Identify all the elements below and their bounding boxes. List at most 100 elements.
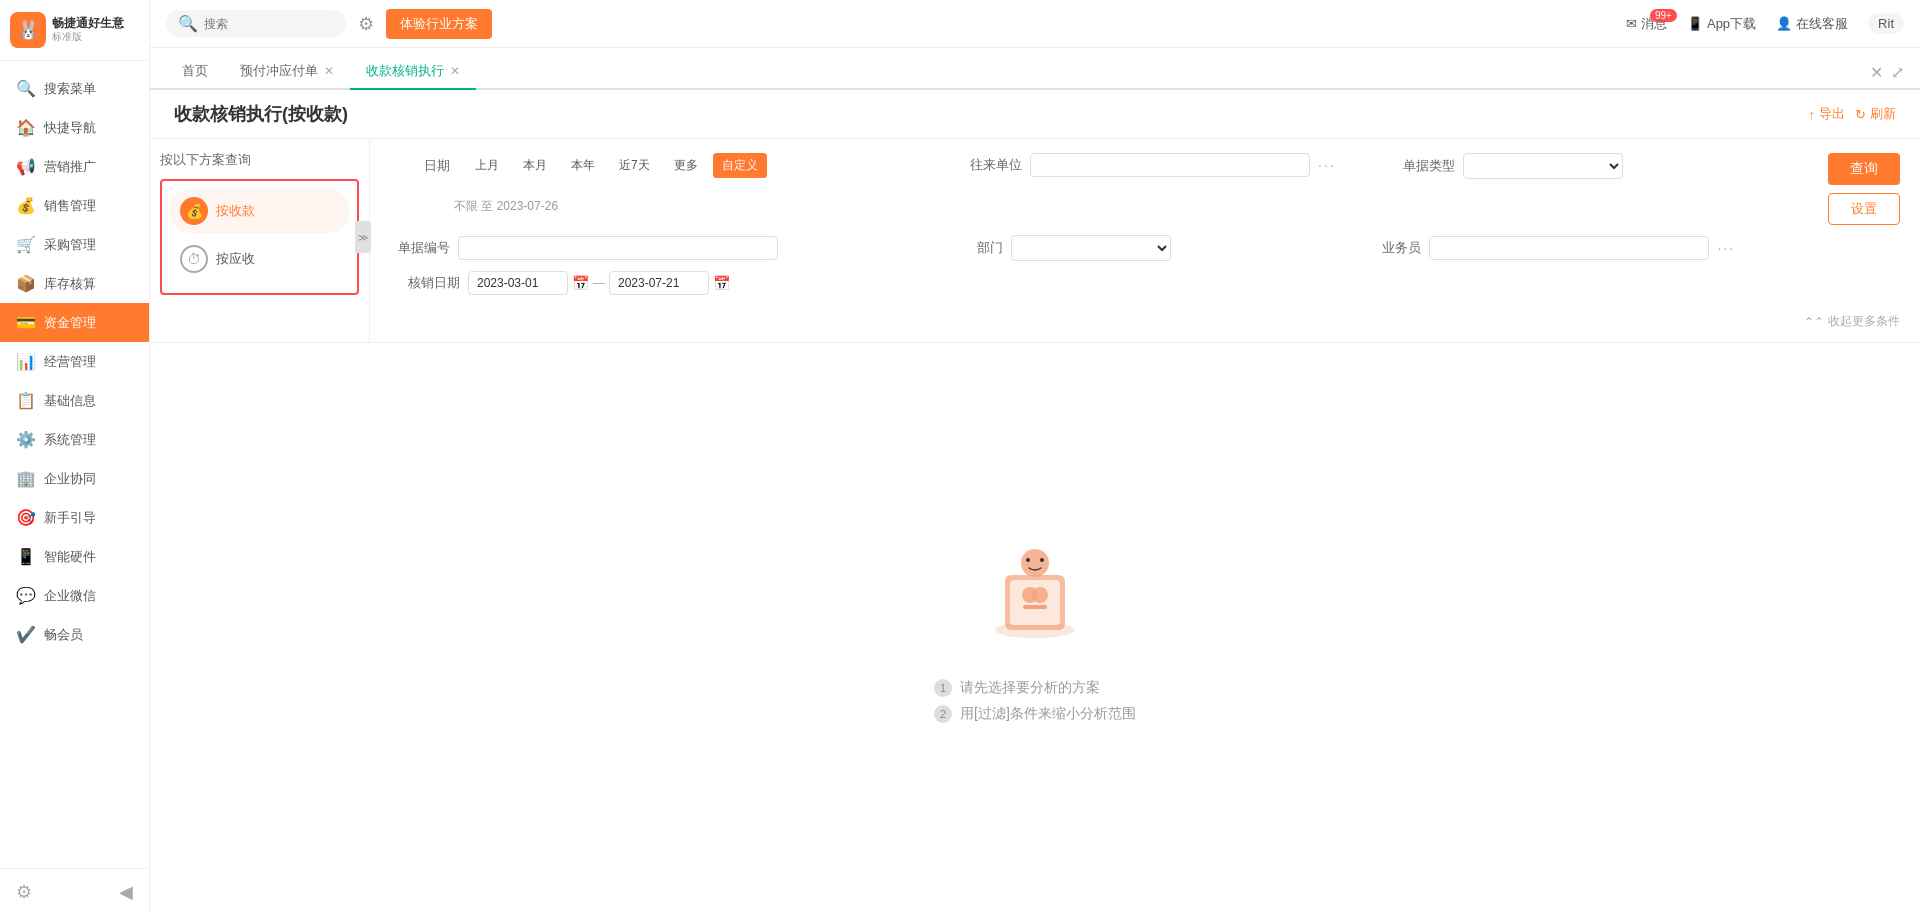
inventory-icon: 📦 (16, 274, 36, 293)
collapse-more-btn[interactable]: ⌃⌃ 收起更多条件 (370, 309, 1920, 342)
sidebar-item-hardware[interactable]: 📱 智能硬件 (0, 537, 149, 576)
filter-form-area: 日期 上月 本月 本年 近7天 更多 自定义 (370, 139, 1920, 342)
logo-area: 🐰 畅捷通好生意 标准版 (0, 0, 149, 61)
settings-gear-icon[interactable]: ⚙ (358, 13, 374, 35)
search-input[interactable] (204, 17, 324, 31)
message-icon: ✉ (1626, 16, 1637, 31)
tab-prepay-conflict-close[interactable]: ✕ (324, 64, 334, 78)
date-last-month-btn[interactable]: 上月 (466, 153, 508, 178)
hardware-icon: 📱 (16, 547, 36, 566)
by-receivable-icon: ⏱ (180, 245, 208, 273)
sidebar-item-funds[interactable]: 💳 资金管理 (0, 303, 149, 342)
sidebar-item-purchase[interactable]: 🛒 采购管理 (0, 225, 149, 264)
export-button[interactable]: ↑ 导出 (1809, 105, 1846, 123)
date-btn-group: 上月 本月 本年 近7天 更多 自定义 (466, 153, 946, 178)
collapse-sidebar-icon[interactable]: ◀ (119, 881, 133, 903)
tab-close-all-icon[interactable]: ✕ (1870, 63, 1883, 82)
sidebar: 🐰 畅捷通好生意 标准版 🔍 搜索菜单 🏠 快捷导航 📢 营销推广 💰 销售管理… (0, 0, 150, 915)
sidebar-item-system[interactable]: ⚙️ 系统管理 (0, 420, 149, 459)
page-header: 收款核销执行(按收款) ↑ 导出 ↻ 刷新 (150, 90, 1920, 139)
dept-field: 部门 (943, 235, 1346, 261)
online-service-button[interactable]: 👤 在线客服 (1776, 15, 1848, 33)
sidebar-item-quick-nav[interactable]: 🏠 快捷导航 (0, 108, 149, 147)
sidebar-item-label: 系统管理 (44, 431, 96, 449)
tab-expand-icon[interactable]: ⤢ (1891, 63, 1904, 82)
message-badge: 99+ (1650, 9, 1677, 22)
search-menu-icon: 🔍 (16, 79, 36, 98)
tab-prepay-conflict-label: 预付冲应付单 (240, 62, 318, 80)
calendar-end-icon[interactable]: 📅 (713, 275, 730, 291)
sidebar-item-inventory[interactable]: 📦 库存核算 (0, 264, 149, 303)
filter-sidebar: 按以下方案查询 💰 按收款 ⏱ 按应收 ≫ (150, 139, 370, 342)
filter-panel: 按以下方案查询 💰 按收款 ⏱ 按应收 ≫ (150, 139, 1920, 343)
filter-option-by-collection[interactable]: 💰 按收款 (170, 189, 349, 233)
sidebar-item-label: 经营管理 (44, 353, 96, 371)
empty-illustration (975, 535, 1095, 655)
writeoff-date-start-input[interactable] (468, 271, 568, 295)
date-this-month-btn[interactable]: 本月 (514, 153, 556, 178)
empty-tip-1-text: 请先选择要分析的方案 (960, 679, 1100, 697)
date-range-display: 不限 至 2023-07-26 (390, 198, 946, 215)
doc-no-label: 单据编号 (390, 239, 450, 257)
marketing-icon: 📢 (16, 157, 36, 176)
date-more-btn[interactable]: 更多 (665, 153, 707, 178)
topbar-search-box[interactable]: 🔍 (166, 10, 346, 37)
filter-sidebar-collapse-btn[interactable]: ≫ (355, 221, 371, 253)
writeoff-date-label: 核销日期 (390, 274, 460, 292)
industry-solution-button[interactable]: 体验行业方案 (386, 9, 492, 39)
filter-option-by-receivable[interactable]: ⏱ 按应收 (170, 237, 349, 281)
sidebar-item-guide[interactable]: 🎯 新手引导 (0, 498, 149, 537)
app-download-button[interactable]: 📱 App下载 (1687, 15, 1756, 33)
date-custom-btn[interactable]: 自定义 (713, 153, 767, 178)
calendar-start-icon[interactable]: 📅 (572, 275, 589, 291)
sidebar-item-label: 采购管理 (44, 236, 96, 254)
empty-tip-2-text: 用[过滤]条件来缩小分析范围 (960, 705, 1136, 723)
tab-home[interactable]: 首页 (166, 54, 224, 90)
tabbar: 首页 预付冲应付单 ✕ 收款核销执行 ✕ ✕ ⤢ (150, 48, 1920, 90)
doc-no-input[interactable] (458, 236, 778, 260)
sidebar-item-marketing[interactable]: 📢 营销推广 (0, 147, 149, 186)
wechat-icon: 💬 (16, 586, 36, 605)
operation-icon: 📊 (16, 352, 36, 371)
doc-type-label: 单据类型 (1395, 157, 1455, 175)
search-icon: 🔍 (178, 14, 198, 33)
query-actions-col: 查询 设置 (1828, 153, 1900, 225)
sidebar-item-label: 快捷导航 (44, 119, 96, 137)
doc-type-select[interactable] (1463, 153, 1623, 179)
purchase-icon: 🛒 (16, 235, 36, 254)
sidebar-item-operation[interactable]: 📊 经营管理 (0, 342, 149, 381)
sidebar-item-member[interactable]: ✔️ 畅会员 (0, 615, 149, 654)
tab-collect-writeoff-close[interactable]: ✕ (450, 64, 460, 78)
counterpart-more-icon[interactable]: ··· (1318, 157, 1336, 173)
refresh-button[interactable]: ↻ 刷新 (1855, 105, 1896, 123)
date-this-year-btn[interactable]: 本年 (562, 153, 604, 178)
setting-button[interactable]: 设置 (1828, 193, 1900, 225)
staff-more-icon[interactable]: ··· (1717, 240, 1735, 256)
date-field-col: 日期 上月 本月 本年 近7天 更多 自定义 (390, 153, 946, 215)
funds-icon: 💳 (16, 313, 36, 332)
sidebar-item-basic-info[interactable]: 📋 基础信息 (0, 381, 149, 420)
staff-input[interactable] (1429, 236, 1709, 260)
sidebar-item-wechat[interactable]: 💬 企业微信 (0, 576, 149, 615)
enterprise-icon: 🏢 (16, 469, 36, 488)
message-button[interactable]: ✉ 消息 99+ (1626, 15, 1667, 33)
query-button[interactable]: 查询 (1828, 153, 1900, 185)
writeoff-date-end-input[interactable] (609, 271, 709, 295)
doc-type-field: 单据类型 (1395, 153, 1812, 179)
date-row: 日期 上月 本月 本年 近7天 更多 自定义 (390, 153, 946, 178)
tab-prepay-conflict[interactable]: 预付冲应付单 ✕ (224, 54, 350, 90)
sidebar-item-sales[interactable]: 💰 销售管理 (0, 186, 149, 225)
sidebar-footer: ⚙ ◀ (0, 868, 149, 915)
sidebar-item-enterprise[interactable]: 🏢 企业协同 (0, 459, 149, 498)
date-7days-btn[interactable]: 近7天 (610, 153, 659, 178)
service-icon: 👤 (1776, 16, 1792, 31)
counterpart-input[interactable] (1030, 153, 1310, 177)
dept-select[interactable] (1011, 235, 1171, 261)
user-avatar[interactable]: Rit (1868, 13, 1904, 34)
sidebar-item-label: 畅会员 (44, 626, 83, 644)
tab-collect-writeoff[interactable]: 收款核销执行 ✕ (350, 54, 476, 90)
sidebar-item-search-menu[interactable]: 🔍 搜索菜单 (0, 69, 149, 108)
settings-footer-icon[interactable]: ⚙ (16, 881, 32, 903)
svg-point-4 (1032, 587, 1048, 603)
sales-icon: 💰 (16, 196, 36, 215)
